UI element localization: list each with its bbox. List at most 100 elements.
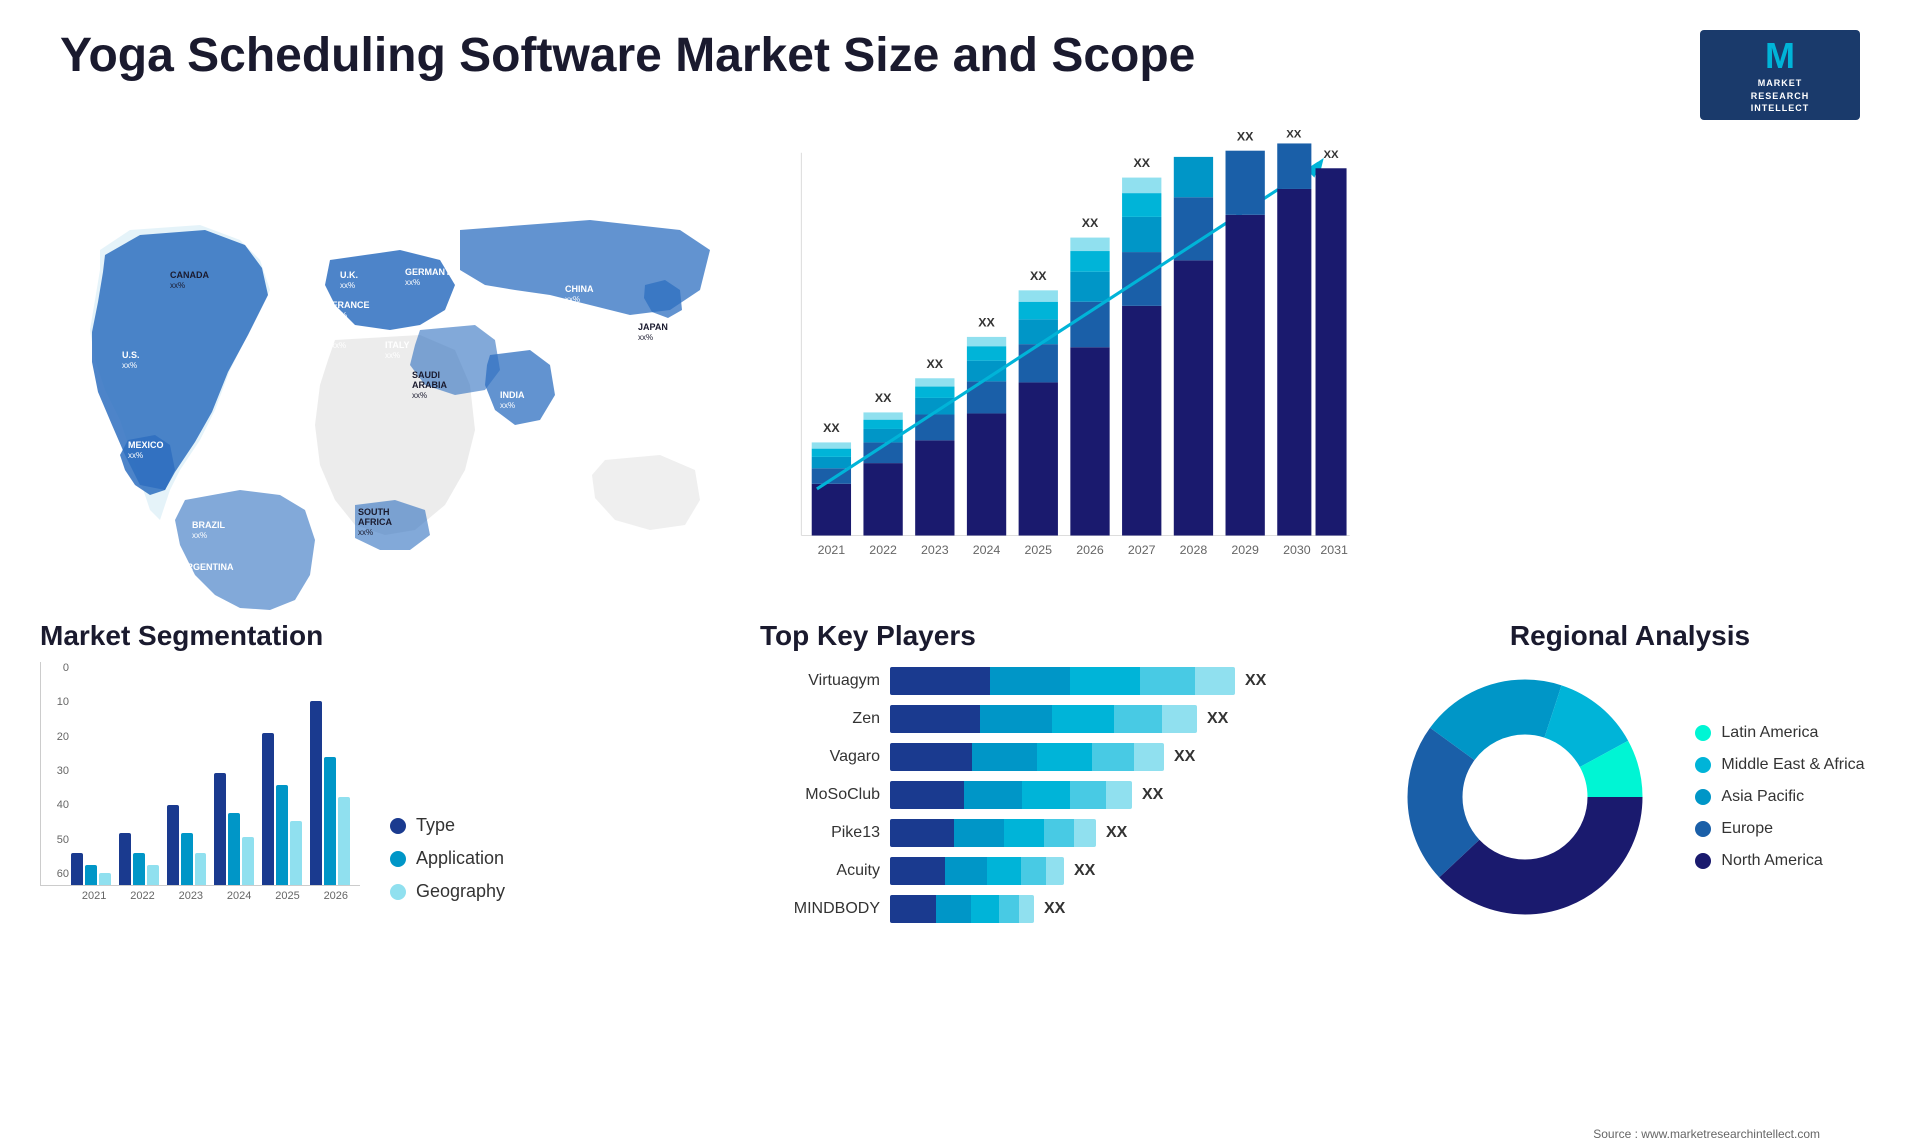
segmentation-bar-chart: 60 50 40 30 20 10 0 xyxy=(40,662,360,902)
svg-text:xx%: xx% xyxy=(340,281,355,290)
svg-text:CANADA: CANADA xyxy=(170,270,209,280)
svg-text:xx%: xx% xyxy=(331,341,346,350)
svg-text:SAUDI: SAUDI xyxy=(412,370,440,380)
legend-label-asia-pacific: Asia Pacific xyxy=(1721,788,1804,806)
segmentation-area: Market Segmentation 60 50 40 30 20 10 0 xyxy=(40,610,740,1146)
legend-item-type: Type xyxy=(390,815,505,836)
player-bar xyxy=(890,705,1197,733)
logo-container: M MARKETRESEARCHINTELLECT xyxy=(1700,30,1860,120)
legend-item-geography: Geography xyxy=(390,881,505,902)
player-name: Acuity xyxy=(760,862,880,880)
players-area: Top Key Players Virtuagym XX Zen xyxy=(760,610,1360,1146)
legend-dot-application xyxy=(390,851,406,867)
svg-text:INDIA: INDIA xyxy=(500,390,525,400)
page-title: Yoga Scheduling Software Market Size and… xyxy=(60,30,1195,83)
source-text: Source : www.marketresearchintellect.com xyxy=(1380,1122,1880,1146)
bar-application xyxy=(324,757,336,885)
player-bar-container: XX xyxy=(890,705,1360,733)
bar-geography xyxy=(290,821,302,885)
donut-chart xyxy=(1395,667,1655,927)
x-axis: 2021 2022 2023 2024 2025 2026 xyxy=(40,890,360,902)
content-area: CANADA xx% U.S. xx% MEXICO xx% BRAZIL xx… xyxy=(0,130,1920,1146)
legend-item-application: Application xyxy=(390,848,505,869)
svg-text:xx%: xx% xyxy=(565,295,580,304)
svg-text:xx%: xx% xyxy=(180,573,195,582)
svg-text:ARABIA: ARABIA xyxy=(412,380,447,390)
player-bar-container: XX xyxy=(890,781,1360,809)
bar-group xyxy=(119,833,159,885)
svg-text:JAPAN: JAPAN xyxy=(638,322,668,332)
bar-2021-seg3 xyxy=(812,457,851,468)
svg-text:xx%: xx% xyxy=(638,333,653,342)
segmentation-legend: Type Application Geography xyxy=(390,815,505,902)
bar-application xyxy=(133,853,145,885)
page-header: Yoga Scheduling Software Market Size and… xyxy=(0,0,1920,130)
bar-geography xyxy=(195,853,207,885)
player-row-mindbody: MINDBODY XX xyxy=(760,895,1360,923)
regional-area: Regional Analysis xyxy=(1380,610,1880,1122)
player-bar-container: XX xyxy=(890,743,1360,771)
player-bar xyxy=(890,667,1235,695)
svg-text:xx%: xx% xyxy=(412,391,427,400)
player-name: Vagaro xyxy=(760,748,880,766)
svg-text:BRAZIL: BRAZIL xyxy=(192,520,225,530)
player-bar xyxy=(890,781,1132,809)
svg-text:MEXICO: MEXICO xyxy=(128,440,164,450)
player-bar xyxy=(890,895,1034,923)
legend-dot-europe xyxy=(1695,821,1711,837)
player-row-acuity: Acuity XX xyxy=(760,857,1360,885)
middle-panel: XX XX XX XX xyxy=(760,130,1360,1146)
svg-text:XX: XX xyxy=(1323,149,1339,161)
bar-type xyxy=(167,805,179,885)
bar-geography xyxy=(147,865,159,885)
player-bar-container: XX xyxy=(890,819,1360,847)
player-bar xyxy=(890,743,1164,771)
svg-text:AFRICA: AFRICA xyxy=(358,517,392,527)
growth-chart-area: XX XX XX XX xyxy=(760,130,1360,610)
bar-group xyxy=(71,853,111,885)
logo-text: MARKETRESEARCHINTELLECT xyxy=(1751,77,1810,115)
svg-text:2027: 2027 xyxy=(1128,543,1156,557)
right-panel: Regional Analysis xyxy=(1380,130,1880,1146)
bar-geography xyxy=(99,873,111,885)
svg-text:ARGENTINA: ARGENTINA xyxy=(180,562,234,572)
svg-text:U.S.: U.S. xyxy=(122,350,140,360)
svg-text:2028: 2028 xyxy=(1180,543,1208,557)
bar-group xyxy=(310,701,350,885)
svg-text:FRANCE: FRANCE xyxy=(332,300,370,310)
svg-text:xx%: xx% xyxy=(500,401,515,410)
player-row-mosoclub: MoSoClub XX xyxy=(760,781,1360,809)
bar-2021-seg1 xyxy=(812,484,851,536)
svg-text:2026: 2026 xyxy=(1076,543,1104,557)
bar-type xyxy=(119,833,131,885)
legend-label-application: Application xyxy=(416,848,504,869)
svg-text:XX: XX xyxy=(823,421,840,435)
svg-text:2025: 2025 xyxy=(1024,543,1052,557)
svg-text:2030: 2030 xyxy=(1283,543,1311,557)
bar-type xyxy=(71,853,83,885)
player-bar-container: XX xyxy=(890,857,1360,885)
bar-application xyxy=(276,785,288,885)
bar-type xyxy=(214,773,226,885)
svg-text:2022: 2022 xyxy=(869,543,897,557)
svg-text:2021: 2021 xyxy=(818,543,846,557)
donut-svg xyxy=(1395,667,1655,927)
svg-text:XX: XX xyxy=(875,391,892,405)
svg-text:SPAIN: SPAIN xyxy=(331,330,358,340)
player-row-virtuagym: Virtuagym XX xyxy=(760,667,1360,695)
svg-text:XX: XX xyxy=(1030,269,1047,283)
svg-text:xx%: xx% xyxy=(405,278,420,287)
svg-text:xx%: xx% xyxy=(122,361,137,370)
logo-letter: M xyxy=(1765,35,1795,77)
svg-text:2023: 2023 xyxy=(921,543,949,557)
svg-text:2031: 2031 xyxy=(1320,543,1348,557)
legend-dot-north-america xyxy=(1695,853,1711,869)
player-name: Pike13 xyxy=(760,824,880,842)
player-bar xyxy=(890,857,1064,885)
svg-text:2029: 2029 xyxy=(1231,543,1259,557)
logo-box: M MARKETRESEARCHINTELLECT xyxy=(1700,30,1860,120)
regional-title: Regional Analysis xyxy=(1380,620,1880,652)
bar-application xyxy=(85,865,97,885)
legend-label-north-america: North America xyxy=(1721,852,1822,870)
legend-label-latin-america: Latin America xyxy=(1721,724,1818,742)
